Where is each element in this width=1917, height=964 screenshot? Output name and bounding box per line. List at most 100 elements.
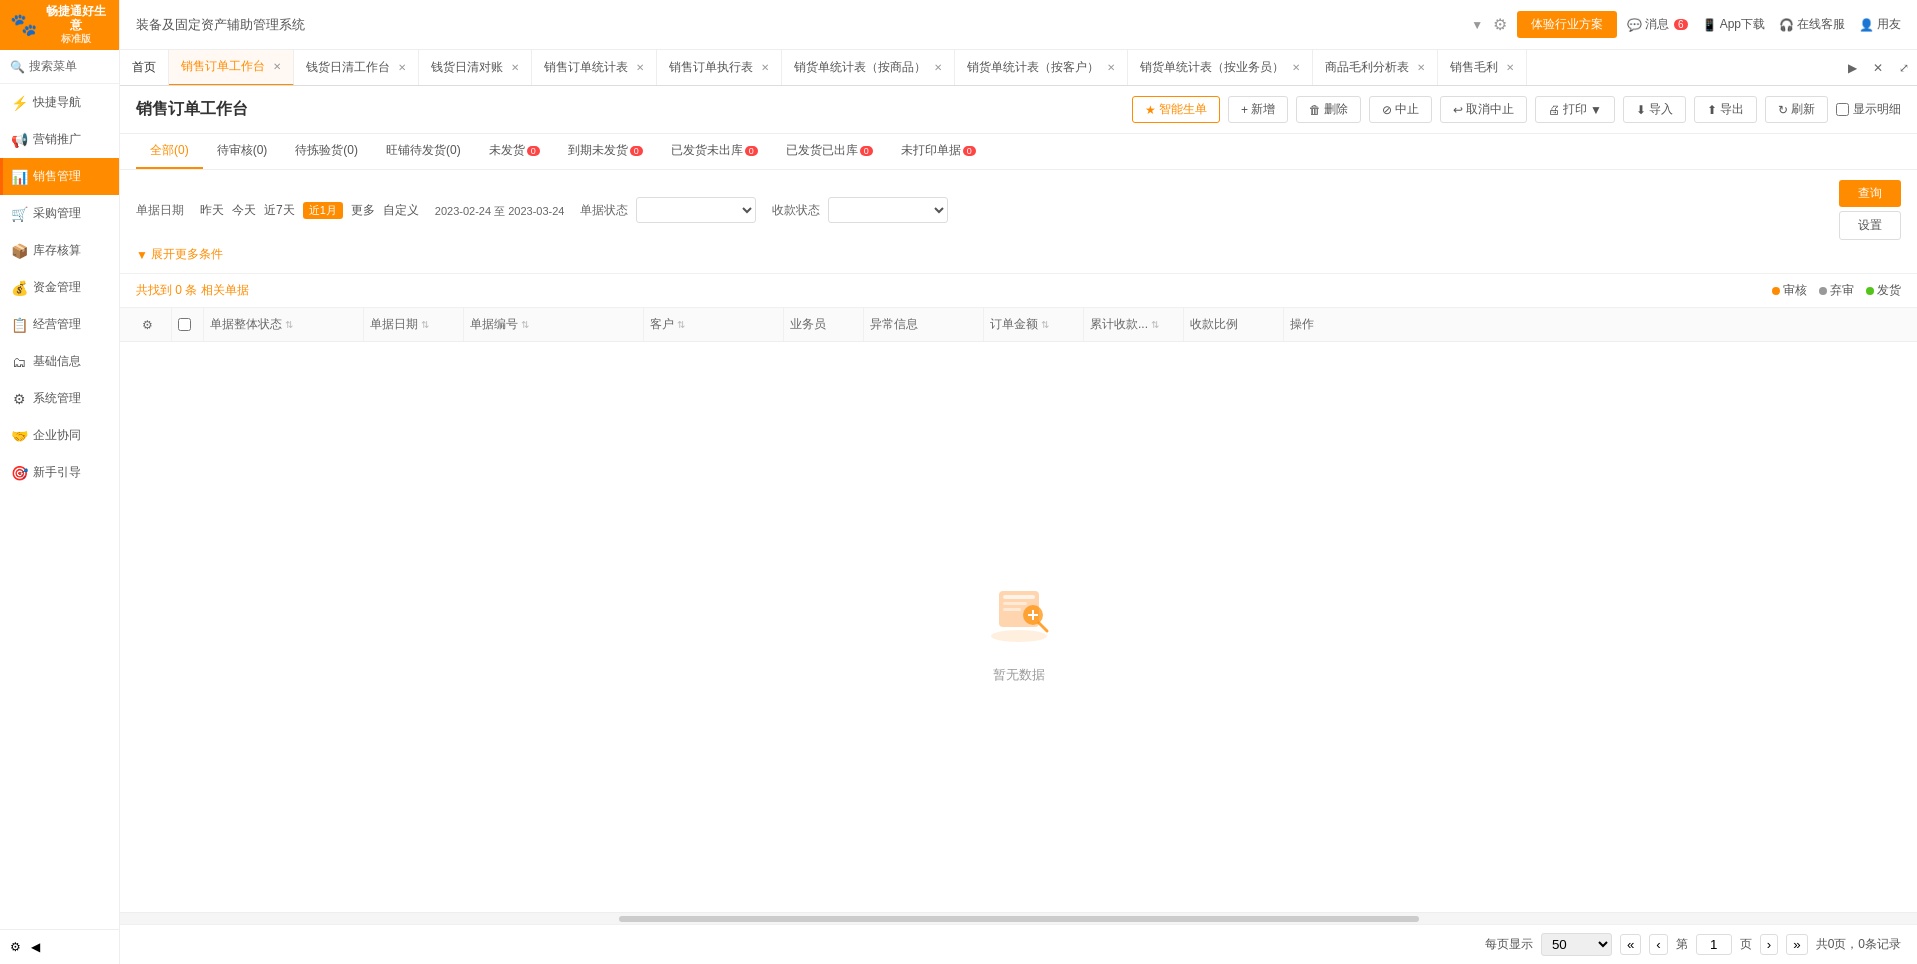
first-page-btn[interactable]: « xyxy=(1620,934,1641,955)
ship-action[interactable]: 发货 xyxy=(1866,282,1901,299)
sidebar-item-基础信息[interactable]: 🗂基础信息 xyxy=(0,343,119,380)
tab-9[interactable]: 商品毛利分析表✕ xyxy=(1313,50,1438,86)
tab-4[interactable]: 销售订单统计表 ✕ xyxy=(532,50,657,86)
date-opt-more[interactable]: 更多 xyxy=(351,202,375,219)
tab-close-4[interactable]: ✕ xyxy=(636,62,644,73)
print-button[interactable]: 🖨 打印 ▼ xyxy=(1535,96,1615,123)
payment-select[interactable] xyxy=(828,197,948,223)
import-button[interactable]: ⬇ 导入 xyxy=(1623,96,1686,123)
per-page-select[interactable]: 50 100 200 xyxy=(1541,933,1612,956)
show-detail-label[interactable]: 显示明细 xyxy=(1836,101,1901,118)
last-page-btn[interactable]: » xyxy=(1786,934,1807,955)
next-page-btn[interactable]: › xyxy=(1760,934,1778,955)
topbar-dropdown-icon[interactable]: ▼ xyxy=(1471,18,1483,32)
sidebar-item-营销推广[interactable]: 📢营销推广 xyxy=(0,121,119,158)
revoke-action[interactable]: 弃审 xyxy=(1819,282,1854,299)
date-opt-custom[interactable]: 自定义 xyxy=(383,202,419,219)
sidebar-item-经营管理[interactable]: 📋经营管理 xyxy=(0,306,119,343)
tab-close-2[interactable]: ✕ xyxy=(398,62,406,73)
sidebar-search[interactable]: 🔍 搜索菜单 xyxy=(0,50,119,84)
sidebar-item-销售管理[interactable]: 📊销售管理 xyxy=(0,158,119,195)
filter-settings-button[interactable]: 设置 xyxy=(1839,211,1901,240)
sort-date-icon[interactable]: ⇅ xyxy=(421,319,429,330)
select-all-checkbox[interactable] xyxy=(178,318,191,331)
prev-page-btn[interactable]: ‹ xyxy=(1649,934,1667,955)
sidebar-item-企业协同[interactable]: 🤝企业协同 xyxy=(0,417,119,454)
sidebar-item-库存核算[interactable]: 📦库存核算 xyxy=(0,232,119,269)
tab-6[interactable]: 销货单统计表（按商品）✕ xyxy=(782,50,955,86)
th-checkbox[interactable] xyxy=(172,308,204,341)
horizontal-scrollbar[interactable] xyxy=(120,912,1917,924)
tab-7[interactable]: 销货单统计表（按客户）✕ xyxy=(955,50,1128,86)
tab-label-4: 销售订单统计表 xyxy=(544,59,628,76)
sidebar-item-系统管理[interactable]: ⚙系统管理 xyxy=(0,380,119,417)
expand-button[interactable]: ▼ 展开更多条件 xyxy=(136,246,1901,263)
date-opt-7days[interactable]: 近7天 xyxy=(264,202,295,219)
sidebar-item-快捷导航[interactable]: ⚡快捷导航 xyxy=(0,84,119,121)
export-button[interactable]: ⬆ 导出 xyxy=(1694,96,1757,123)
subtab-2[interactable]: 待拣验货(0) xyxy=(281,134,372,169)
delete-button[interactable]: 🗑 删除 xyxy=(1296,96,1361,123)
subtab-7[interactable]: 已发货已出库0 xyxy=(772,134,887,169)
sort-accumulated-icon[interactable]: ⇅ xyxy=(1151,319,1159,330)
refresh-button[interactable]: ↻ 刷新 xyxy=(1765,96,1828,123)
cancel-stop-button[interactable]: ↩ 取消中止 xyxy=(1440,96,1527,123)
tab-close-6[interactable]: ✕ xyxy=(934,62,942,73)
sort-amount-icon[interactable]: ⇅ xyxy=(1041,319,1049,330)
date-opt-today[interactable]: 今天 xyxy=(232,202,256,219)
tab-close-8[interactable]: ✕ xyxy=(1292,62,1300,73)
page-number-input[interactable] xyxy=(1696,934,1732,955)
subtab-0[interactable]: 全部(0) xyxy=(136,134,203,169)
tab-2[interactable]: 钱货日清工作台✕ xyxy=(294,50,419,86)
tab-expand[interactable]: ⤢ xyxy=(1891,61,1917,75)
subtab-1[interactable]: 待审核(0) xyxy=(203,134,282,169)
subtab-6[interactable]: 已发货未出库0 xyxy=(657,134,772,169)
status-select[interactable] xyxy=(636,197,756,223)
tab-1[interactable]: 销售订单工作台✕ xyxy=(169,50,294,86)
subtab-5[interactable]: 到期未发货0 xyxy=(554,134,657,169)
tab-close-9[interactable]: ✕ xyxy=(1417,62,1425,73)
tab-close-10[interactable]: ✕ xyxy=(1506,62,1514,73)
tab-0[interactable]: 首页 xyxy=(120,50,169,86)
settings-icon[interactable]: ⚙ xyxy=(10,940,21,954)
audit-action[interactable]: 审核 xyxy=(1772,282,1807,299)
subtab-badge-6: 0 xyxy=(745,146,758,156)
stop-button[interactable]: ⊘ 中止 xyxy=(1369,96,1432,123)
tab-close-7[interactable]: ✕ xyxy=(1107,62,1115,73)
sort-customer-icon[interactable]: ⇅ xyxy=(677,319,685,330)
tab-5[interactable]: 销售订单执行表✕ xyxy=(657,50,782,86)
service-icon: 🎧 xyxy=(1779,18,1794,32)
ai-button[interactable]: ★ 智能生单 xyxy=(1132,96,1220,123)
th-accumulated: 累计收款... ⇅ xyxy=(1084,308,1184,341)
sidebar-item-资金管理[interactable]: 💰资金管理 xyxy=(0,269,119,306)
app-download-action[interactable]: 📱 App下载 xyxy=(1702,16,1765,33)
query-button[interactable]: 查询 xyxy=(1839,180,1901,207)
tab-8[interactable]: 销货单统计表（按业务员）✕ xyxy=(1128,50,1313,86)
tab-more-btn[interactable]: ▶ xyxy=(1840,61,1865,75)
tab-10[interactable]: 销售毛利✕ xyxy=(1438,50,1527,86)
subtab-8[interactable]: 未打印单据0 xyxy=(887,134,990,169)
tab-close-all[interactable]: ✕ xyxy=(1865,61,1891,75)
settings-gear-icon[interactable]: ⚙ xyxy=(1493,15,1507,34)
sidebar-item-采购管理[interactable]: 🛒采购管理 xyxy=(0,195,119,232)
user-action[interactable]: 👤 用友 xyxy=(1859,16,1901,33)
subtab-4[interactable]: 未发货0 xyxy=(475,134,554,169)
add-button[interactable]: + 新增 xyxy=(1228,96,1288,123)
tab-close-1[interactable]: ✕ xyxy=(273,61,281,72)
subtab-3[interactable]: 旺铺待发货(0) xyxy=(372,134,475,169)
tab-close-5[interactable]: ✕ xyxy=(761,62,769,73)
sort-number-icon[interactable]: ⇅ xyxy=(521,319,529,330)
date-opt-1month[interactable]: 近1月 xyxy=(303,202,343,219)
solution-button[interactable]: 体验行业方案 xyxy=(1517,11,1617,38)
date-opt-yesterday[interactable]: 昨天 xyxy=(200,202,224,219)
message-action[interactable]: 💬 消息 6 xyxy=(1627,16,1688,33)
online-service-action[interactable]: 🎧 在线客服 xyxy=(1779,16,1845,33)
sidebar-item-新手引导[interactable]: 🎯新手引导 xyxy=(0,454,119,491)
tab-3[interactable]: 钱货日清对账✕ xyxy=(419,50,532,86)
tab-close-3[interactable]: ✕ xyxy=(511,62,519,73)
show-detail-checkbox[interactable] xyxy=(1836,103,1849,116)
th-settings[interactable]: ⚙ xyxy=(136,308,172,341)
scroll-thumb[interactable] xyxy=(619,916,1419,922)
sort-status-icon[interactable]: ⇅ xyxy=(285,319,293,330)
collapse-icon[interactable]: ◀ xyxy=(31,940,40,954)
